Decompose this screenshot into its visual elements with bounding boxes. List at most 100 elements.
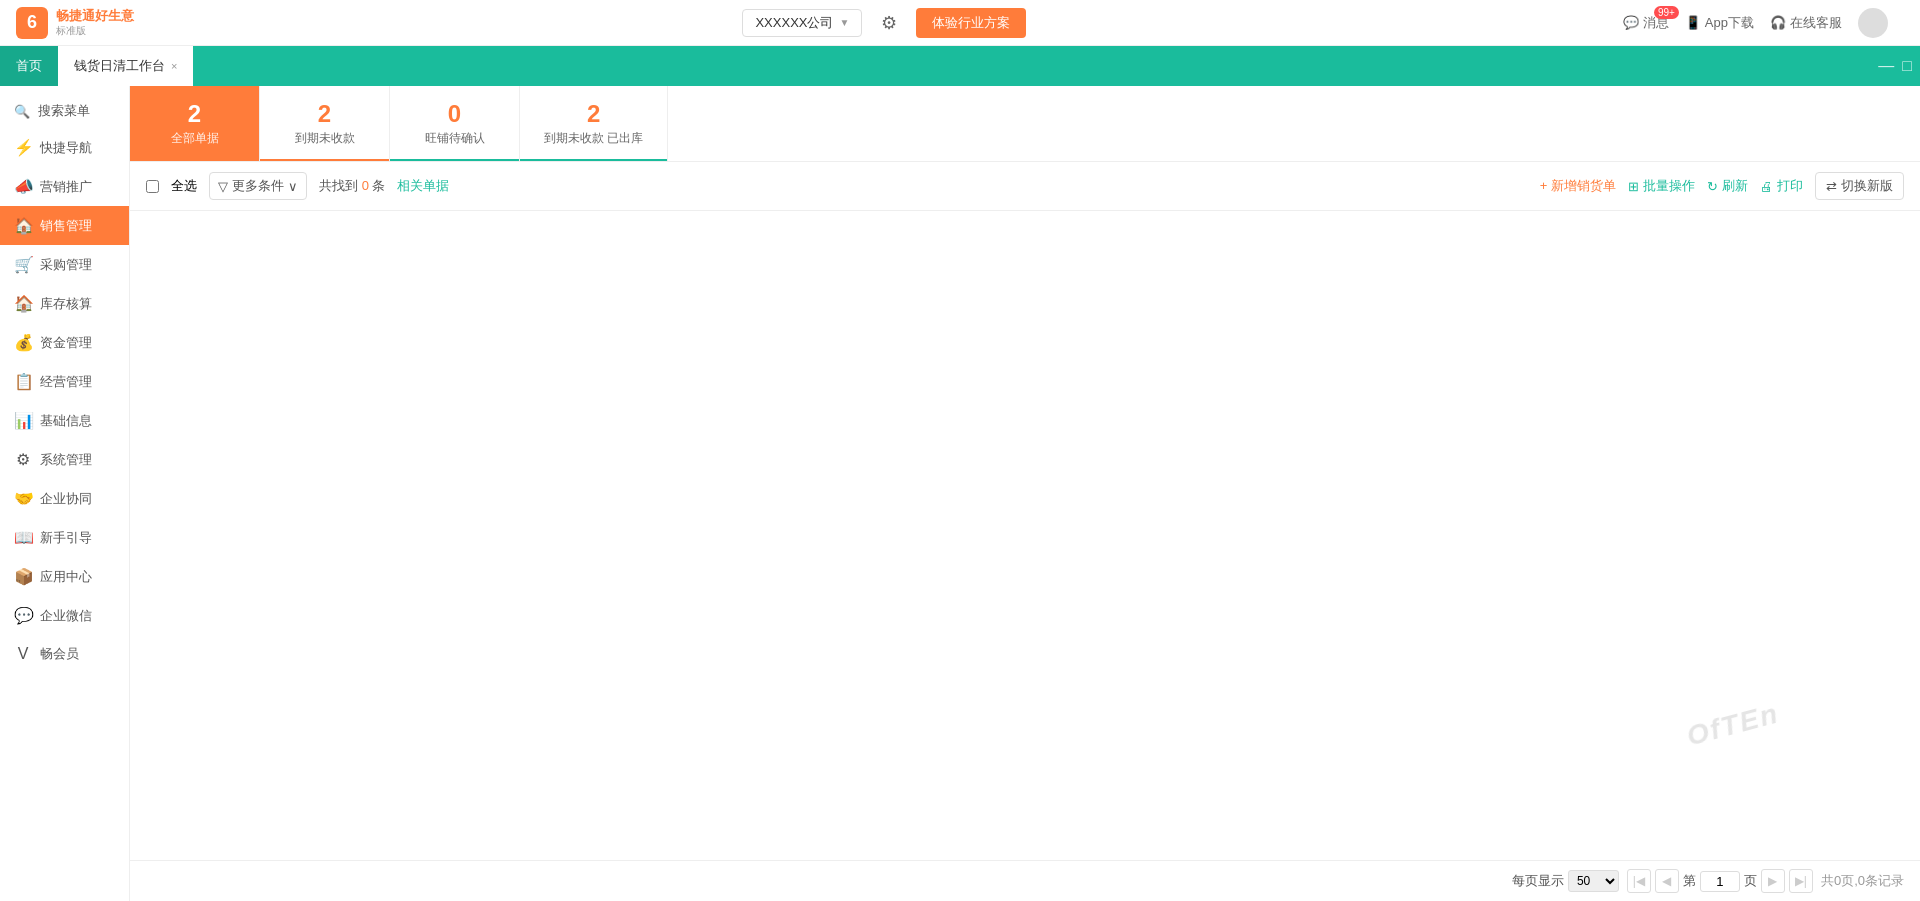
tab-close-icon[interactable]: × xyxy=(171,60,177,72)
sidebar-item-label: 新手引导 xyxy=(40,529,92,547)
main-layout: 🔍 搜索菜单 ⚡ 快捷导航 📣 营销推广 🏠 销售管理 🛒 采购管理 🏠 库存核… xyxy=(0,86,1920,901)
related-link[interactable]: 相关单据 xyxy=(397,177,449,195)
tab-expand-icon[interactable]: □ xyxy=(1902,57,1912,75)
stat-number-all: 2 xyxy=(188,100,201,128)
avatar[interactable] xyxy=(1858,8,1888,38)
sidebar-item-label: 营销推广 xyxy=(40,178,92,196)
stat-label-wangpu: 旺铺待确认 xyxy=(425,130,485,147)
sidebar-item-label: 基础信息 xyxy=(40,412,92,430)
sidebar-item-marketing[interactable]: 📣 营销推广 xyxy=(0,167,129,206)
sidebar-item-quick-nav[interactable]: ⚡ 快捷导航 xyxy=(0,128,129,167)
sidebar-search-label: 搜索菜单 xyxy=(38,102,90,120)
sidebar-item-sales[interactable]: 🏠 销售管理 xyxy=(0,206,129,245)
first-page-button[interactable]: |◀ xyxy=(1627,869,1651,893)
sidebar-item-base-info[interactable]: 📊 基础信息 xyxy=(0,401,129,440)
sidebar-item-capital[interactable]: 💰 资金管理 xyxy=(0,323,129,362)
stat-number-wangpu: 0 xyxy=(448,100,461,128)
sidebar-item-app-center[interactable]: 📦 应用中心 xyxy=(0,557,129,596)
sidebar-item-purchase[interactable]: 🛒 采购管理 xyxy=(0,245,129,284)
sidebar-item-member[interactable]: V 畅会员 xyxy=(0,635,129,673)
sidebar-item-label: 畅会员 xyxy=(40,645,79,663)
sidebar-item-label: 销售管理 xyxy=(40,217,92,235)
stats-row: 2 全部单据 2 到期未收款 0 旺铺待确认 2 到期未收款 已出库 xyxy=(130,86,1920,162)
logo-area: 6 畅捷通好生意 标准版 xyxy=(16,7,146,39)
trial-button[interactable]: 体验行业方案 xyxy=(916,8,1026,38)
sidebar-item-inventory[interactable]: 🏠 库存核算 xyxy=(0,284,129,323)
print-button[interactable]: 🖨 打印 xyxy=(1760,177,1803,195)
wechat-icon: 💬 xyxy=(14,606,32,625)
page-unit: 页 xyxy=(1744,872,1757,890)
batch-operation-button[interactable]: ⊞ 批量操作 xyxy=(1628,177,1695,195)
app-center-icon: 📦 xyxy=(14,567,32,586)
page-size-select[interactable]: 50 10 20 100 xyxy=(1568,870,1619,892)
message-badge: 99+ xyxy=(1654,6,1679,19)
sidebar-search[interactable]: 🔍 搜索菜单 xyxy=(0,94,129,128)
settings-icon[interactable]: ⚙ xyxy=(874,8,904,38)
stat-card-overdue[interactable]: 2 到期未收款 xyxy=(260,86,390,161)
sidebar-item-guide[interactable]: 📖 新手引导 xyxy=(0,518,129,557)
stat-underline-overdue xyxy=(260,159,389,161)
sidebar-item-label: 企业微信 xyxy=(40,607,92,625)
toolbar-right: + 新增销货单 ⊞ 批量操作 ↻ 刷新 🖨 打印 ⇄ 切换新版 xyxy=(1540,172,1904,200)
stat-underline-shipped xyxy=(520,159,667,161)
sidebar-item-label: 快捷导航 xyxy=(40,139,92,157)
tab-current[interactable]: 钱货日清工作台 × xyxy=(58,46,193,86)
tab-bar-actions: — □ xyxy=(1870,46,1920,86)
app-download-item[interactable]: 📱 App下载 xyxy=(1685,14,1754,32)
sidebar-item-wechat[interactable]: 💬 企业微信 xyxy=(0,596,129,635)
chevron-down-icon: ▼ xyxy=(839,17,849,28)
online-service-item[interactable]: 🎧 在线客服 xyxy=(1770,14,1842,32)
sidebar-item-cooperation[interactable]: 🤝 企业协同 xyxy=(0,479,129,518)
inventory-icon: 🏠 xyxy=(14,294,32,313)
sales-icon: 🏠 xyxy=(14,216,32,235)
sidebar-item-label: 采购管理 xyxy=(40,256,92,274)
stat-number-shipped: 2 xyxy=(587,100,600,128)
sidebar-item-label: 经营管理 xyxy=(40,373,92,391)
tab-shrink-icon[interactable]: — xyxy=(1878,57,1894,75)
capital-icon: 💰 xyxy=(14,333,32,352)
stat-card-shipped[interactable]: 2 到期未收款 已出库 xyxy=(520,86,668,161)
more-filter-button[interactable]: ▽ 更多条件 ∨ xyxy=(209,172,307,200)
next-page-button[interactable]: ▶ xyxy=(1761,869,1785,893)
sidebar-item-label: 库存核算 xyxy=(40,295,92,313)
page-size-selector: 每页显示 50 10 20 100 xyxy=(1512,870,1619,892)
page-label: 第 xyxy=(1683,872,1696,890)
logo-icon: 6 xyxy=(16,7,48,39)
sidebar-item-label: 企业协同 xyxy=(40,490,92,508)
logo-sub: 标准版 xyxy=(56,24,134,37)
tab-home-label: 首页 xyxy=(16,57,42,75)
quick-nav-icon: ⚡ xyxy=(14,138,32,157)
message-item[interactable]: 💬 消息 99+ xyxy=(1623,14,1669,32)
page-size-label: 每页显示 xyxy=(1512,872,1564,890)
guide-icon: 📖 xyxy=(14,528,32,547)
sidebar-item-operations[interactable]: 📋 经营管理 xyxy=(0,362,129,401)
service-icon: 🎧 xyxy=(1770,15,1786,30)
prev-page-button[interactable]: ◀ xyxy=(1655,869,1679,893)
online-service-label: 在线客服 xyxy=(1790,14,1842,32)
switch-version-button[interactable]: ⇄ 切换新版 xyxy=(1815,172,1904,200)
company-selector[interactable]: XXXXXX公司 ▼ xyxy=(742,9,862,37)
app-download-label: App下载 xyxy=(1705,14,1754,32)
refresh-button[interactable]: ↻ 刷新 xyxy=(1707,177,1748,195)
top-header: 6 畅捷通好生意 标准版 XXXXXX公司 ▼ ⚙ 体验行业方案 💬 消息 99… xyxy=(0,0,1920,46)
chevron-icon: ∨ xyxy=(288,179,298,194)
select-all-checkbox[interactable] xyxy=(146,180,159,193)
search-icon: 🔍 xyxy=(14,104,30,119)
page-navigation: |◀ ◀ 第 页 ▶ ▶| xyxy=(1627,869,1813,893)
sidebar-item-label: 系统管理 xyxy=(40,451,92,469)
stat-underline-wangpu xyxy=(390,159,519,161)
stat-card-all[interactable]: 2 全部单据 xyxy=(130,86,260,161)
table-area xyxy=(130,211,1920,860)
toolbar: 全选 ▽ 更多条件 ∨ 共找到 0 条 相关单据 + 新增销货单 ⊞ 批量操作 … xyxy=(130,162,1920,211)
last-page-button[interactable]: ▶| xyxy=(1789,869,1813,893)
stat-card-wangpu[interactable]: 0 旺铺待确认 xyxy=(390,86,520,161)
sidebar-item-system[interactable]: ⚙ 系统管理 xyxy=(0,440,129,479)
page-number-input[interactable] xyxy=(1700,871,1740,892)
sidebar: 🔍 搜索菜单 ⚡ 快捷导航 📣 营销推广 🏠 销售管理 🛒 采购管理 🏠 库存核… xyxy=(0,86,130,901)
add-sales-order-button[interactable]: + 新增销货单 xyxy=(1540,177,1616,195)
stat-number-overdue: 2 xyxy=(318,100,331,128)
select-all-label: 全选 xyxy=(171,177,197,195)
sidebar-item-label: 应用中心 xyxy=(40,568,92,586)
tab-home[interactable]: 首页 xyxy=(0,46,58,86)
header-center: XXXXXX公司 ▼ ⚙ 体验行业方案 xyxy=(742,8,1026,38)
